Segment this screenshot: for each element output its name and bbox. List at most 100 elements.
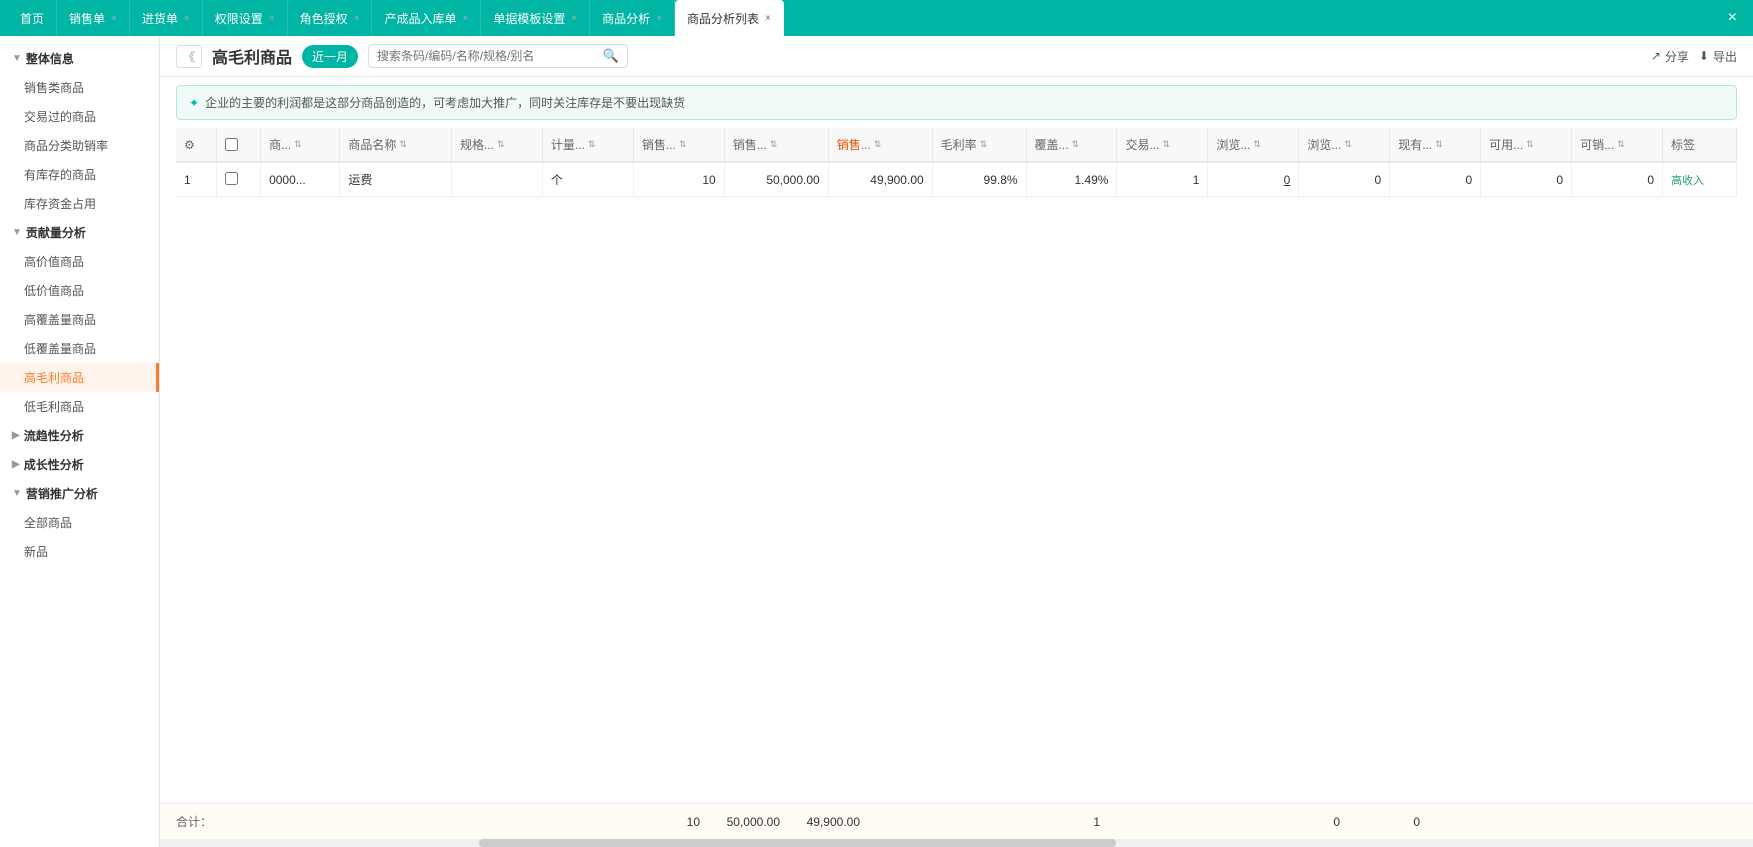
search-icon[interactable]: 🔍 — [603, 48, 619, 64]
tab-purchase[interactable]: 进货单 × — [130, 0, 203, 36]
sort-icon-unit: ⇅ — [588, 139, 596, 150]
tab-close-product-analysis-list[interactable]: × — [765, 13, 771, 24]
sidebar: ▼ 整体信息 销售类商品 交易过的商品 商品分类助销率 有库存的商品 库存资金占… — [0, 36, 160, 847]
info-banner: ✦ 企业的主要的利润都是这部分商品创造的，可考虑加大推广，同时关注库存是不要出现… — [176, 85, 1737, 120]
sort-icon-name: ⇅ — [399, 139, 407, 150]
col-browse1[interactable]: 浏览... ⇅ — [1208, 128, 1299, 162]
action-buttons: ↗ 分享 ⬇ 导出 — [1651, 48, 1737, 65]
sort-icon-current: ⇅ — [1435, 139, 1443, 150]
col-transaction[interactable]: 交易... ⇅ — [1117, 128, 1208, 162]
tab-template[interactable]: 单据模板设置 × — [481, 0, 590, 36]
sidebar-group-contribution[interactable]: ▼ 贡献量分析 — [0, 218, 159, 247]
sort-icon-browse2: ⇅ — [1344, 139, 1352, 150]
col-coverage[interactable]: 覆盖... ⇅ — [1026, 128, 1117, 162]
col-sales-amount[interactable]: 销售... ⇅ — [724, 128, 828, 162]
window-close-button[interactable]: × — [1720, 9, 1745, 27]
share-icon: ↗ — [1651, 49, 1661, 63]
sidebar-item-low-coverage[interactable]: 低覆盖量商品 — [0, 334, 159, 363]
col-settings[interactable]: ⚙ — [176, 128, 216, 162]
table-header-row: ⚙ 商... ⇅ 商品名称 — [176, 128, 1737, 162]
tab-permission[interactable]: 权限设置 × — [203, 0, 288, 36]
table-container: ⚙ 商... ⇅ 商品名称 — [160, 128, 1753, 803]
cell-code: 0000... — [261, 162, 340, 197]
arrow-icon-3: ▶ — [12, 430, 20, 441]
cell-sales-amount: 50,000.00 — [724, 162, 828, 197]
cell-browse1[interactable]: 0 — [1208, 162, 1299, 197]
summary-empty4 — [1188, 815, 1268, 829]
cell-current-stock: 0 — [1390, 162, 1481, 197]
row-checkbox[interactable] — [225, 172, 238, 185]
col-spec[interactable]: 规格... ⇅ — [451, 128, 542, 162]
page-title: 高毛利商品 — [212, 44, 292, 68]
sidebar-item-traded-goods[interactable]: 交易过的商品 — [0, 102, 159, 131]
cell-sales-qty: 10 — [633, 162, 724, 197]
sidebar-item-high-coverage[interactable]: 高覆盖量商品 — [0, 305, 159, 334]
cell-sales-profit: 49,900.00 — [828, 162, 932, 197]
tab-product-analysis[interactable]: 商品分析 × — [590, 0, 675, 36]
tab-product-inbound[interactable]: 产成品入库单 × — [372, 0, 481, 36]
col-sales-profit[interactable]: 销售... ⇅ — [828, 128, 932, 162]
summary-sales-qty: 10 — [648, 815, 708, 829]
col-current-stock[interactable]: 现有... ⇅ — [1390, 128, 1481, 162]
tab-close-role[interactable]: × — [354, 13, 360, 24]
sort-icon-sales-qty: ⇅ — [679, 139, 687, 150]
sidebar-item-stock-capital[interactable]: 库存资金占用 — [0, 189, 159, 218]
tab-close-permission[interactable]: × — [269, 13, 275, 24]
arrow-icon: ▼ — [12, 53, 22, 64]
col-tag[interactable]: 标签 — [1663, 128, 1737, 162]
horizontal-scrollbar[interactable] — [160, 839, 1753, 847]
sort-icon-sales-amount: ⇅ — [770, 139, 778, 150]
sidebar-item-sales-goods[interactable]: 销售类商品 — [0, 73, 159, 102]
col-sellable[interactable]: 可销... ⇅ — [1572, 128, 1663, 162]
cell-gross-margin: 99.8% — [932, 162, 1026, 197]
col-checkbox[interactable] — [216, 128, 260, 162]
col-name[interactable]: 商品名称 ⇅ — [340, 128, 452, 162]
tab-close-sales[interactable]: × — [111, 13, 117, 24]
sidebar-group-growth[interactable]: ▶ 成长性分析 — [0, 450, 159, 479]
summary-empty1 — [868, 815, 948, 829]
sidebar-item-low-value[interactable]: 低价值商品 — [0, 276, 159, 305]
export-button[interactable]: ⬇ 导出 — [1699, 48, 1737, 65]
sidebar-group-marketing[interactable]: ▼ 营销推广分析 — [0, 479, 159, 508]
tab-sales-order[interactable]: 销售单 × — [57, 0, 130, 36]
col-browse2[interactable]: 浏览... ⇅ — [1299, 128, 1390, 162]
sort-icon-spec: ⇅ — [497, 139, 505, 150]
col-code[interactable]: 商... ⇅ — [261, 128, 340, 162]
summary-cells: 10 50,000.00 49,900.00 1 0 — [228, 815, 1737, 829]
sidebar-group-trend[interactable]: ▶ 流趋性分析 — [0, 421, 159, 450]
sidebar-item-category-rate[interactable]: 商品分类助销率 — [0, 131, 159, 160]
sidebar-item-high-value[interactable]: 高价值商品 — [0, 247, 159, 276]
sidebar-item-in-stock[interactable]: 有库存的商品 — [0, 160, 159, 189]
sidebar-item-new-goods[interactable]: 新品 — [0, 537, 159, 566]
tab-close-product-analysis[interactable]: × — [656, 13, 662, 24]
tab-product-analysis-list[interactable]: 商品分析列表 × — [675, 0, 784, 36]
period-button[interactable]: 近一月 — [302, 45, 358, 68]
col-sales-qty[interactable]: 销售... ⇅ — [633, 128, 724, 162]
arrow-icon-5: ▼ — [12, 488, 22, 499]
sidebar-item-all-goods[interactable]: 全部商品 — [0, 508, 159, 537]
tab-home[interactable]: 首页 — [8, 0, 57, 36]
cell-checkbox[interactable] — [216, 162, 260, 197]
tab-close-product-inbound[interactable]: × — [462, 13, 468, 24]
select-all-checkbox[interactable] — [225, 138, 238, 151]
summary-current-stock: 0 — [1268, 815, 1348, 829]
sidebar-item-low-margin[interactable]: 低毛利商品 — [0, 392, 159, 421]
col-gross-margin[interactable]: 毛利率 ⇅ — [932, 128, 1026, 162]
sidebar-item-high-margin[interactable]: 高毛利商品 — [0, 363, 159, 392]
tab-role[interactable]: 角色授权 × — [288, 0, 373, 36]
col-available[interactable]: 可用... ⇅ — [1481, 128, 1572, 162]
scrollbar-thumb[interactable] — [479, 839, 1116, 847]
col-unit[interactable]: 计量... ⇅ — [542, 128, 633, 162]
share-button[interactable]: ↗ 分享 — [1651, 48, 1689, 65]
collapse-button[interactable]: 《 — [176, 45, 202, 68]
cell-spec — [451, 162, 542, 197]
cell-browse2: 0 — [1299, 162, 1390, 197]
sort-icon-margin: ⇅ — [980, 139, 988, 150]
summary-transaction: 1 — [1028, 815, 1108, 829]
tab-close-purchase[interactable]: × — [184, 13, 190, 24]
sort-icon-available: ⇅ — [1526, 139, 1534, 150]
tab-close-template[interactable]: × — [571, 13, 577, 24]
sidebar-group-overall[interactable]: ▼ 整体信息 — [0, 44, 159, 73]
sort-icon-coverage: ⇅ — [1072, 139, 1080, 150]
search-input[interactable] — [377, 49, 603, 63]
